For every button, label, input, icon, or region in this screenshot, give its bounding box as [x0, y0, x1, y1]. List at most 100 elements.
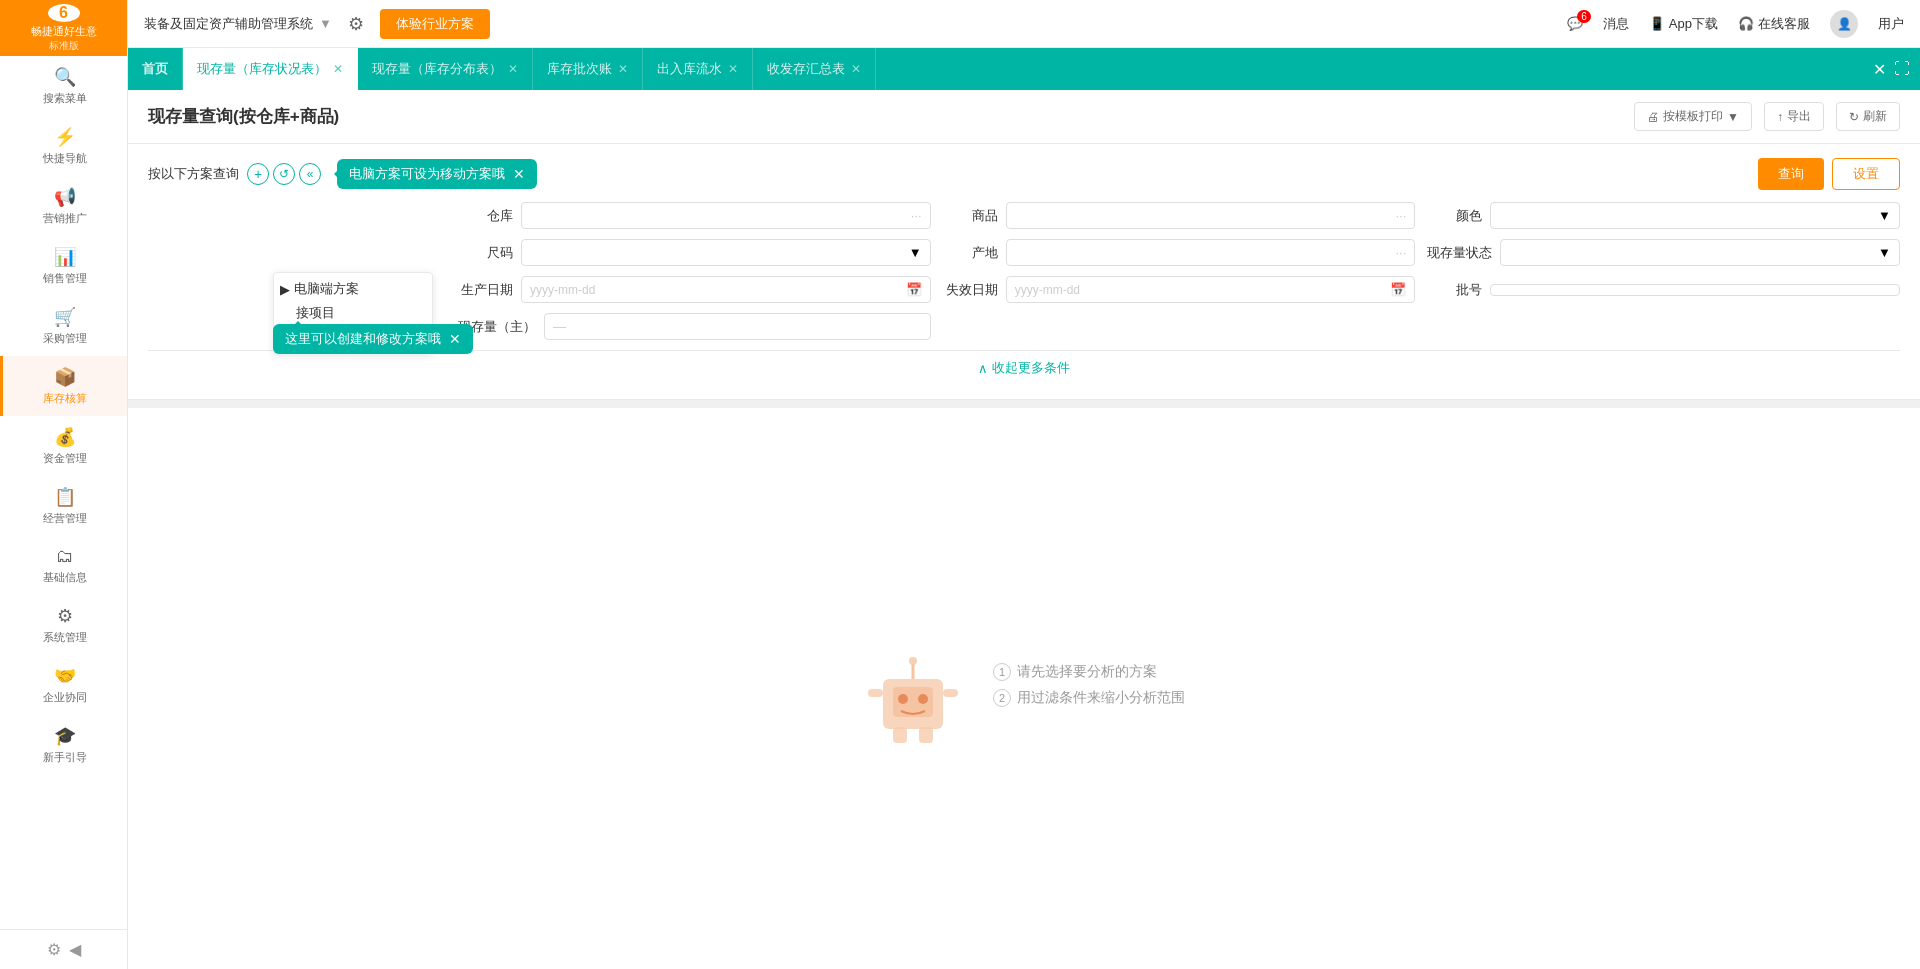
- schema-group-pc[interactable]: ▶ 电脑端方案: [274, 277, 432, 301]
- app-download-item[interactable]: 📱 App下载: [1649, 15, 1718, 33]
- warehouse-field: 仓库 ···: [458, 202, 931, 229]
- tooltip-close-1[interactable]: ✕: [513, 166, 525, 182]
- sidebar-item-operations[interactable]: 📋 经营管理: [0, 476, 127, 536]
- tab-inventory-status[interactable]: 现存量（库存状况表） ✕: [183, 48, 358, 90]
- collapse-bar[interactable]: ∧ 收起更多条件: [148, 350, 1900, 385]
- tooltip-bubble-1[interactable]: 电脑方案可设为移动方案哦 ✕: [337, 159, 537, 189]
- origin-select[interactable]: ···: [1006, 239, 1416, 266]
- online-service-item[interactable]: 🎧 在线客服: [1738, 15, 1810, 33]
- size-arrow: ▼: [909, 245, 922, 260]
- quick-nav-icon: ⚡: [54, 126, 76, 148]
- batch-input[interactable]: [1490, 284, 1900, 296]
- sidebar-item-guide[interactable]: 🎓 新手引导: [0, 715, 127, 775]
- filter-area: 按以下方案查询 + ↺ « 电脑方案可设为移动方案哦 ✕ 查询 设置: [128, 144, 1920, 400]
- sidebar-item-marketing[interactable]: 📢 营销推广: [0, 176, 127, 236]
- sidebar-item-quick-nav[interactable]: ⚡ 快捷导航: [0, 116, 127, 176]
- size-select[interactable]: ▼: [521, 239, 931, 266]
- sidebar-item-finance[interactable]: 💰 资金管理: [0, 416, 127, 476]
- empty-hint-2: 2 用过滤条件来缩小分析范围: [993, 689, 1185, 707]
- color-select[interactable]: ▼: [1490, 202, 1900, 229]
- finance-icon: 💰: [54, 426, 76, 448]
- system-dropdown-icon[interactable]: ▼: [319, 16, 332, 31]
- filter-label: 按以下方案查询: [148, 165, 239, 183]
- export-icon: ↑: [1777, 110, 1783, 124]
- avatar[interactable]: 👤: [1830, 10, 1858, 38]
- message-icon-wrapper[interactable]: 💬 6: [1567, 16, 1583, 31]
- svg-point-5: [909, 657, 917, 665]
- tab-receive-summary[interactable]: 收发存汇总表 ✕: [753, 48, 876, 90]
- sidebar-item-inventory[interactable]: 📦 库存核算: [0, 356, 127, 416]
- sidebar-label: 采购管理: [43, 331, 87, 346]
- tab-close-inventory-dist[interactable]: ✕: [508, 62, 518, 76]
- print-template-button[interactable]: 🖨 按模板打印 ▼: [1634, 102, 1752, 131]
- basic-info-icon: 🗂: [56, 546, 74, 567]
- sidebar-item-search-menu[interactable]: 🔍 搜索菜单: [0, 56, 127, 116]
- sidebar-item-enterprise[interactable]: 🤝 企业协同: [0, 655, 127, 715]
- refresh-schema-button[interactable]: ↺: [273, 163, 295, 185]
- sidebar-label: 系统管理: [43, 630, 87, 645]
- search-button[interactable]: 查询: [1758, 158, 1824, 190]
- settings-icon[interactable]: ⚙: [47, 940, 61, 959]
- sidebar-item-purchase[interactable]: 🛒 采购管理: [0, 296, 127, 356]
- sidebar-item-sales[interactable]: 📊 销售管理: [0, 236, 127, 296]
- svg-point-3: [918, 694, 928, 704]
- goods-label: 商品: [943, 207, 998, 225]
- tab-batch-account[interactable]: 库存批次账 ✕: [533, 48, 643, 90]
- tooltip-text-2: 这里可以创建和修改方案哦: [285, 330, 441, 348]
- tab-expand-icon[interactable]: ⛶: [1894, 60, 1910, 78]
- expire-date-field: 失效日期 yyyy-mm-dd 📅: [943, 276, 1416, 303]
- back-schema-button[interactable]: «: [299, 163, 321, 185]
- refresh-icon: ↻: [1849, 110, 1859, 124]
- schema-expand-pc: ▶: [280, 282, 290, 297]
- reset-button[interactable]: 设置: [1832, 158, 1900, 190]
- tab-home[interactable]: 首页: [128, 48, 183, 90]
- tab-close-receive-summary[interactable]: ✕: [851, 62, 861, 76]
- refresh-button[interactable]: ↻ 刷新: [1836, 102, 1900, 131]
- goods-select[interactable]: ···: [1006, 202, 1416, 229]
- collapse-sidebar-icon[interactable]: ◀: [69, 940, 81, 959]
- tab-close-batch-account[interactable]: ✕: [618, 62, 628, 76]
- tab-receive-summary-label: 收发存汇总表: [767, 60, 845, 78]
- export-button[interactable]: ↑ 导出: [1764, 102, 1824, 131]
- produce-date-field: 生产日期 yyyy-mm-dd 📅: [458, 276, 931, 303]
- page-title: 现存量查询(按仓库+商品): [148, 105, 339, 128]
- headset-icon: 🎧: [1738, 16, 1754, 31]
- app-logo: 6 畅捷通好生意 标准版: [0, 0, 127, 56]
- warehouse-select[interactable]: ···: [521, 202, 931, 229]
- search-reset-buttons: 查询 设置: [1758, 158, 1900, 190]
- tab-close-all-icon[interactable]: ✕: [1873, 60, 1886, 79]
- stock-placeholder: —: [553, 319, 566, 334]
- search-menu-icon: 🔍: [54, 66, 76, 88]
- sidebar-label: 搜索菜单: [43, 91, 87, 106]
- export-label: 导出: [1787, 108, 1811, 125]
- add-schema-button[interactable]: +: [247, 163, 269, 185]
- stock-input[interactable]: —: [544, 313, 931, 340]
- empty-content: 1 请先选择要分析的方案 2 用过滤条件来缩小分析范围: [863, 639, 1185, 739]
- industry-plan-button[interactable]: 体验行业方案: [380, 9, 490, 39]
- tooltip-bubble-2[interactable]: 这里可以创建和修改方案哦 ✕: [273, 324, 473, 354]
- header-settings-icon[interactable]: ⚙: [348, 13, 364, 35]
- sidebar-item-system[interactable]: ⚙ 系统管理: [0, 595, 127, 655]
- sidebar-label: 基础信息: [43, 570, 87, 585]
- logo-icon: 6: [48, 4, 80, 22]
- tab-inventory-dist-label: 现存量（库存分布表）: [372, 60, 502, 78]
- tab-close-inventory-status[interactable]: ✕: [333, 62, 343, 76]
- marketing-icon: 📢: [54, 186, 76, 208]
- produce-date-input[interactable]: yyyy-mm-dd 📅: [521, 276, 931, 303]
- tab-stock-flow[interactable]: 出入库流水 ✕: [643, 48, 753, 90]
- empty-icon: [863, 639, 963, 739]
- inventory-icon: 📦: [54, 366, 76, 388]
- stock-status-select[interactable]: ▼: [1500, 239, 1900, 266]
- filter-fields: 仓库 ··· 商品 ··· 颜色: [458, 202, 1900, 340]
- main-content: 装备及固定资产辅助管理系统 ▼ ⚙ 体验行业方案 💬 6 消息 📱 App下载 …: [128, 0, 1920, 969]
- filter-row-1: 仓库 ··· 商品 ··· 颜色: [458, 202, 1900, 229]
- sidebar-item-basic-info[interactable]: 🗂 基础信息: [0, 536, 127, 595]
- stock-status-label: 现存量状态: [1427, 244, 1492, 262]
- sidebar-label: 库存核算: [43, 391, 87, 406]
- tab-close-stock-flow[interactable]: ✕: [728, 62, 738, 76]
- tooltip-close-2[interactable]: ✕: [449, 331, 461, 347]
- tab-inventory-dist[interactable]: 现存量（库存分布表） ✕: [358, 48, 533, 90]
- empty-text: 1 请先选择要分析的方案 2 用过滤条件来缩小分析范围: [993, 663, 1185, 715]
- expire-date-input[interactable]: yyyy-mm-dd 📅: [1006, 276, 1416, 303]
- message-badge: 6: [1577, 10, 1591, 23]
